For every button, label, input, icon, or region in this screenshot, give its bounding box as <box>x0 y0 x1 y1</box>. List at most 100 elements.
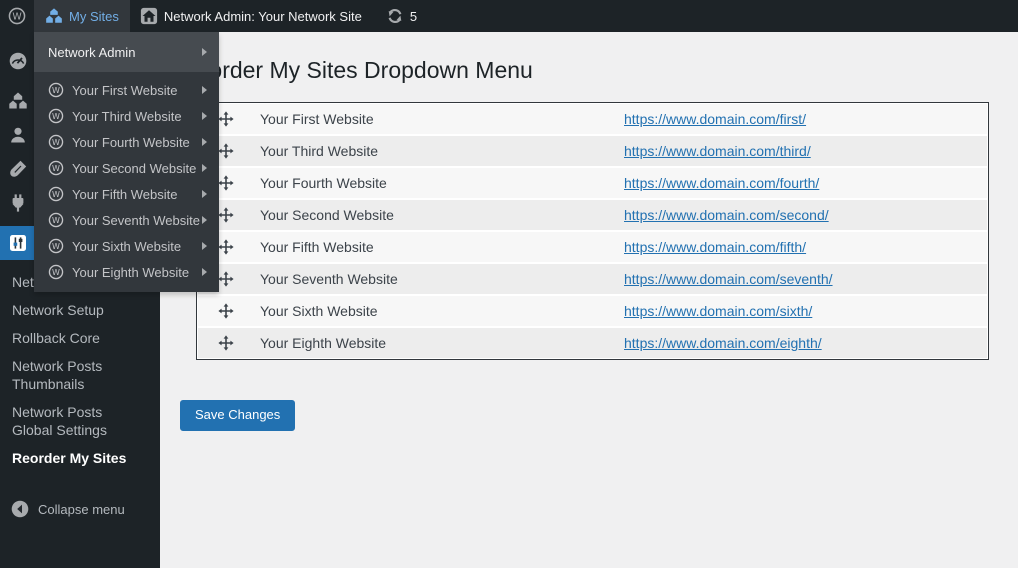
submenu-arrow-icon <box>202 216 207 224</box>
table-row: Your First Website https://www.domain.co… <box>198 104 987 134</box>
wordpress-logo-icon: W <box>8 7 26 25</box>
network-admin-group: Network Admin <box>34 32 219 72</box>
menu-item-site[interactable]: W Your Sixth Website <box>34 233 219 259</box>
main-content: Reorder My Sites Dropdown Menu Your Firs… <box>160 32 1018 431</box>
site-menu-label: Your Eighth Website <box>72 264 190 280</box>
sites-icon <box>8 92 27 109</box>
site-url-link[interactable]: https://www.domain.com/second/ <box>624 207 987 223</box>
site-url-link[interactable]: https://www.domain.com/seventh/ <box>624 271 987 287</box>
menu-item-site[interactable]: W Your Fourth Website <box>34 129 219 155</box>
site-menu-label: Your Third Website <box>72 108 182 124</box>
svg-text:W: W <box>52 190 60 199</box>
svg-text:W: W <box>52 268 60 277</box>
svg-text:W: W <box>52 112 60 121</box>
site-name: Your Seventh Website <box>260 271 398 287</box>
users-icon <box>10 127 25 143</box>
site-name: Your First Website <box>260 111 374 127</box>
submenu-arrow-icon <box>202 164 207 172</box>
svg-text:W: W <box>12 12 22 23</box>
site-menu-label: Your Sixth Website <box>72 238 182 254</box>
table-row: Your Fifth Website https://www.domain.co… <box>198 232 987 262</box>
submenu-arrow-icon <box>202 48 207 56</box>
admin-bar-updates[interactable]: 5 <box>376 0 427 32</box>
site-name: Your Fourth Website <box>260 175 387 191</box>
submenu-arrow-icon <box>202 138 207 146</box>
move-icon <box>218 207 234 223</box>
wordpress-site-icon: W <box>48 264 64 280</box>
submenu-arrow-icon <box>202 242 207 250</box>
site-menu-label: Your Fifth Website <box>72 186 178 202</box>
site-name: Your Second Website <box>260 207 394 223</box>
settings-submenu: Network Settings Network Setup Rollback … <box>0 268 160 472</box>
drag-handle[interactable] <box>198 335 254 351</box>
my-sites-dropdown: Network Admin W Your First Website W You… <box>34 32 219 292</box>
site-url-link[interactable]: https://www.domain.com/eighth/ <box>624 335 987 351</box>
wordpress-logo-menu[interactable]: W <box>0 0 34 32</box>
sites-group: W Your First Website W Your Third Websit… <box>34 72 219 292</box>
site-url-link[interactable]: https://www.domain.com/fourth/ <box>624 175 987 191</box>
collapse-icon <box>11 500 29 518</box>
wordpress-site-icon: W <box>48 238 64 254</box>
submenu-item-network-setup[interactable]: Network Setup <box>0 296 160 324</box>
move-icon <box>218 111 234 127</box>
table-row: Your Sixth Website https://www.domain.co… <box>198 296 987 326</box>
menu-item-site[interactable]: W Your Seventh Website <box>34 207 219 233</box>
submenu-item-network-posts-thumbnails[interactable]: Network Posts Thumbnails <box>0 352 160 398</box>
site-name: Your Eighth Website <box>260 335 387 351</box>
site-url-link[interactable]: https://www.domain.com/third/ <box>624 143 987 159</box>
submenu-item-rollback-core[interactable]: Rollback Core <box>0 324 160 352</box>
collapse-menu-button[interactable]: Collapse menu <box>0 494 160 524</box>
admin-bar-my-sites[interactable]: My Sites <box>34 0 130 32</box>
my-sites-icon <box>46 8 62 23</box>
wordpress-site-icon: W <box>48 212 64 228</box>
site-url-link[interactable]: https://www.domain.com/first/ <box>624 111 987 127</box>
svg-text:W: W <box>52 216 60 225</box>
save-changes-button[interactable]: Save Changes <box>180 400 296 431</box>
updates-count: 5 <box>409 8 418 24</box>
submenu-item-reorder-my-sites[interactable]: Reorder My Sites <box>0 444 160 472</box>
collapse-menu-label: Collapse menu <box>38 501 125 517</box>
move-icon <box>218 143 234 159</box>
admin-bar: W My Sites Network Admin: Your Network S… <box>0 0 1018 32</box>
table-row: Your Fourth Website https://www.domain.c… <box>198 168 987 198</box>
submenu-arrow-icon <box>202 112 207 120</box>
admin-bar-current-site[interactable]: Network Admin: Your Network Site <box>130 0 372 32</box>
wordpress-site-icon: W <box>48 186 64 202</box>
menu-item-network-admin[interactable]: Network Admin <box>34 39 219 65</box>
submenu-item-network-posts-global-settings[interactable]: Network Posts Global Settings <box>0 398 160 444</box>
update-icon <box>388 8 402 24</box>
menu-item-site[interactable]: W Your Third Website <box>34 103 219 129</box>
table-row: Your Seventh Website https://www.domain.… <box>198 264 987 294</box>
drag-handle[interactable] <box>198 303 254 319</box>
table-row: Your Second Website https://www.domain.c… <box>198 200 987 230</box>
site-name: Your Third Website <box>260 143 379 159</box>
site-url-link[interactable]: https://www.domain.com/fifth/ <box>624 239 987 255</box>
menu-item-site[interactable]: W Your Eighth Website <box>34 259 219 285</box>
site-url-link[interactable]: https://www.domain.com/sixth/ <box>624 303 987 319</box>
move-icon <box>218 303 234 319</box>
site-menu-label: Your Seventh Website <box>72 212 200 228</box>
table-row: Your Eighth Website https://www.domain.c… <box>198 328 987 358</box>
home-icon <box>140 7 157 25</box>
site-name: Your Sixth Website <box>260 303 378 319</box>
page-title: Reorder My Sites Dropdown Menu <box>180 57 533 83</box>
menu-item-site[interactable]: W Your First Website <box>34 77 219 103</box>
menu-item-site[interactable]: W Your Fifth Website <box>34 181 219 207</box>
submenu-arrow-icon <box>202 190 207 198</box>
network-admin-label: Network Admin <box>48 44 136 60</box>
move-icon <box>218 175 234 191</box>
plugins-icon <box>12 194 23 212</box>
move-icon <box>218 239 234 255</box>
svg-text:W: W <box>52 86 60 95</box>
move-icon <box>218 271 234 287</box>
settings-icon <box>9 235 26 251</box>
table-row: Your Third Website https://www.domain.co… <box>198 136 987 166</box>
submenu-arrow-icon <box>202 86 207 94</box>
menu-item-site[interactable]: W Your Second Website <box>34 155 219 181</box>
svg-text:W: W <box>52 242 60 251</box>
svg-text:W: W <box>52 138 60 147</box>
wordpress-site-icon: W <box>48 160 64 176</box>
site-menu-label: Your Fourth Website <box>72 134 190 150</box>
my-sites-label: My Sites <box>69 8 119 24</box>
dashboard-icon <box>9 52 26 70</box>
